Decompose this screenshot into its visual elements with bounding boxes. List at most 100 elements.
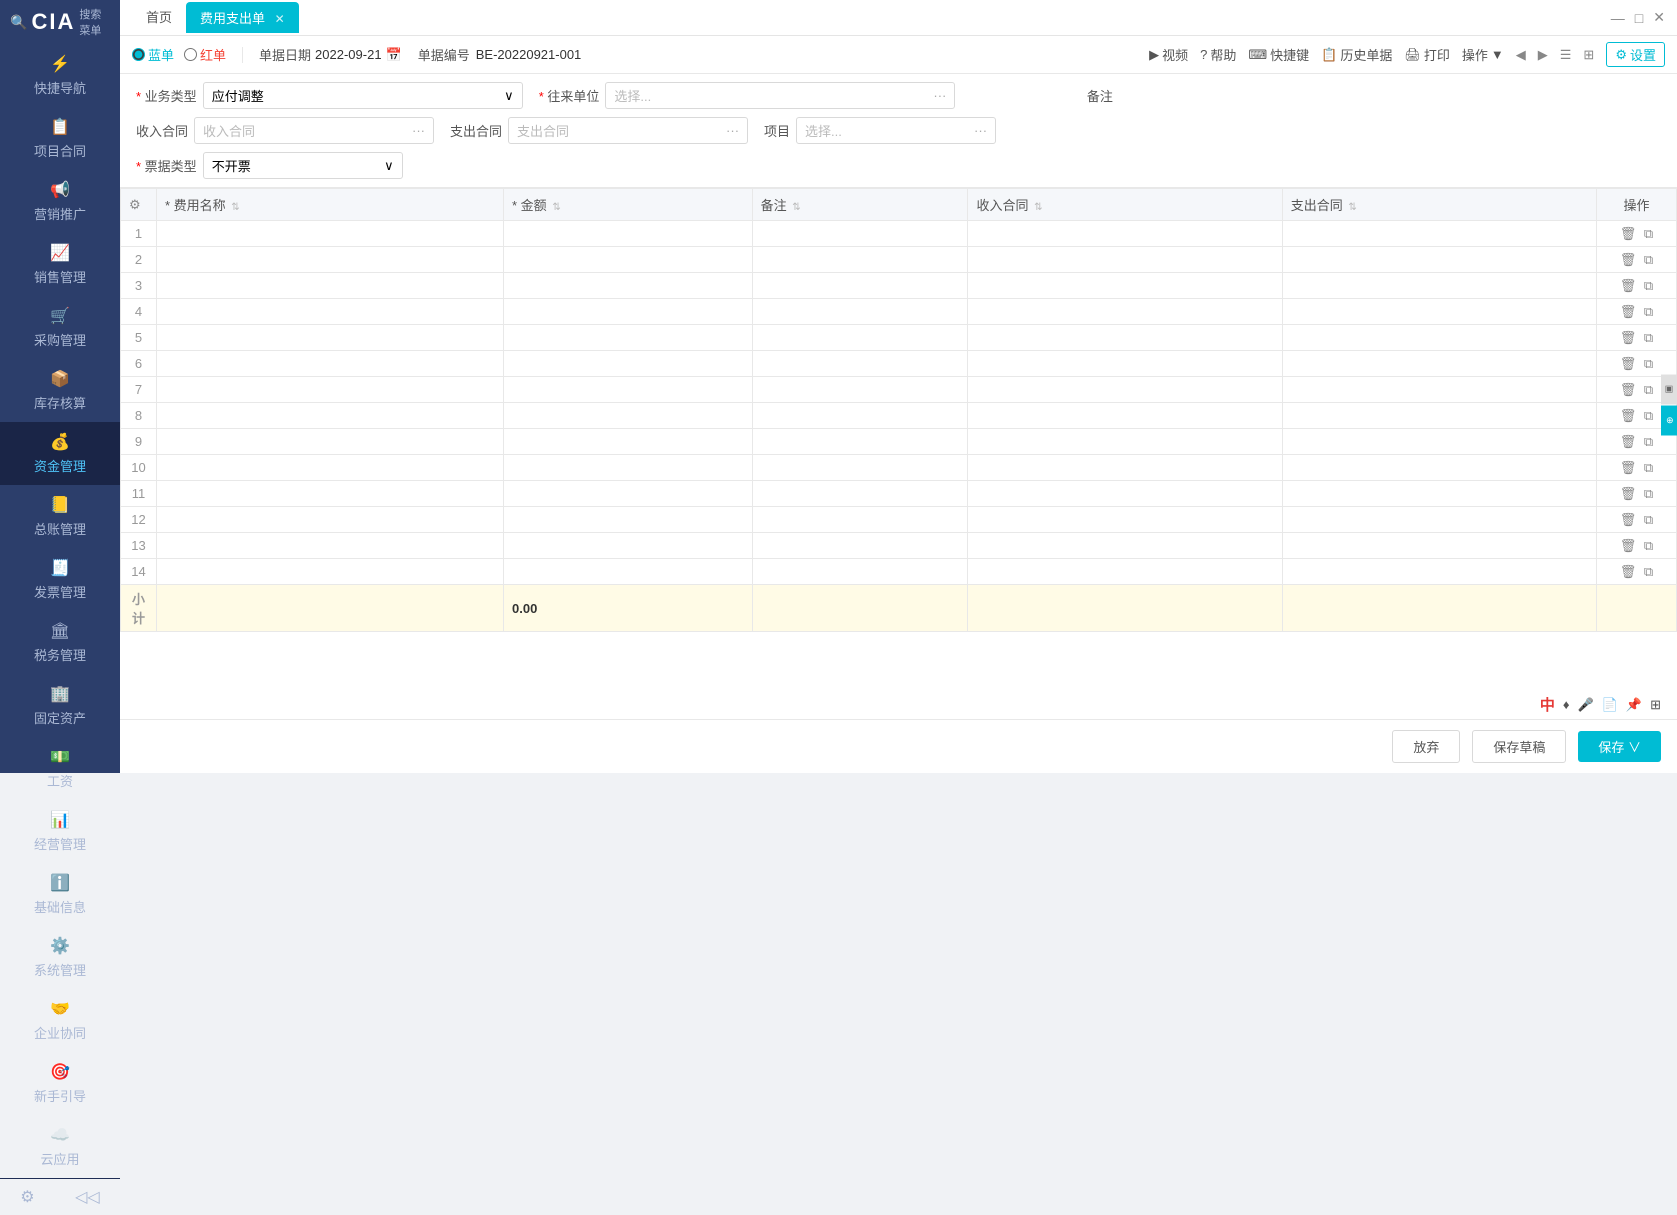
cell-expense-name-2[interactable] [157,247,504,273]
cell-expense-name-12[interactable] [157,507,504,533]
sidebar-item-inventory[interactable]: 📦库存核算 [0,359,120,422]
window-minimize[interactable]: — [1611,10,1625,26]
copy-icon-1[interactable]: ⧉ [1644,226,1653,241]
cell-amount-13[interactable] [504,533,753,559]
nav-prev-icon[interactable]: ◀ [1516,47,1526,63]
cell-income-contract-3[interactable] [968,273,1282,299]
delete-icon-5[interactable]: 🗑 [1620,330,1637,345]
biz-type-select[interactable]: 应付调整 ∨ [203,82,523,109]
cell-amount-3[interactable] [504,273,753,299]
delete-icon-12[interactable]: 🗑 [1620,512,1637,527]
settings-icon[interactable]: ⚙ [20,1187,34,1207]
right-float-btn-1[interactable]: ▣ [1661,374,1677,404]
invoice-type-select[interactable]: 不开票 ∨ [203,152,403,179]
tab-expense[interactable]: 费用支出单 ✕ [186,2,299,33]
cell-remark-14[interactable] [752,559,968,585]
sidebar-item-sales-mgmt[interactable]: 📈销售管理 [0,233,120,296]
cell-amount-11[interactable] [504,481,753,507]
income-contract-select[interactable]: 收入合同 ··· [194,117,434,144]
copy-icon-5[interactable]: ⧉ [1644,330,1653,345]
window-maximize[interactable]: □ [1635,10,1643,26]
cell-amount-1[interactable] [504,221,753,247]
cell-remark-10[interactable] [752,455,968,481]
delete-icon-4[interactable]: 🗑 [1620,304,1637,319]
sidebar-item-fixed-assets[interactable]: 🏢固定资产 [0,674,120,737]
sidebar-item-ops-mgmt[interactable]: 📊经营管理 [0,800,120,863]
search-label[interactable]: 搜索菜单 [79,6,110,38]
cell-expense-name-1[interactable] [157,221,504,247]
cell-expense-contract-13[interactable] [1282,533,1596,559]
cell-income-contract-14[interactable] [968,559,1282,585]
cell-remark-9[interactable] [752,429,968,455]
sidebar-item-marketing[interactable]: 📢营销推广 [0,170,120,233]
sidebar-item-invoice-mgmt[interactable]: 🧾发票管理 [0,548,120,611]
cell-remark-13[interactable] [752,533,968,559]
cell-income-contract-13[interactable] [968,533,1282,559]
delete-icon-11[interactable]: 🗑 [1620,486,1637,501]
partner-select[interactable]: 选择... ··· [605,82,955,109]
red-bill-radio[interactable] [184,48,197,61]
copy-icon-3[interactable]: ⧉ [1644,278,1653,293]
discard-button[interactable]: 放弃 [1392,730,1460,763]
cell-expense-name-11[interactable] [157,481,504,507]
cell-amount-2[interactable] [504,247,753,273]
cell-expense-contract-14[interactable] [1282,559,1596,585]
volume-icon[interactable]: ◁◁ [75,1187,100,1207]
cell-remark-11[interactable] [752,481,968,507]
cell-amount-7[interactable] [504,377,753,403]
cell-expense-contract-1[interactable] [1282,221,1596,247]
sidebar-item-basic-info[interactable]: ℹ️基础信息 [0,863,120,926]
cell-expense-contract-2[interactable] [1282,247,1596,273]
expense-contract-select[interactable]: 支出合同 ··· [508,117,748,144]
sidebar-item-tax-mgmt[interactable]: 🏛税务管理 [0,611,120,674]
cell-expense-contract-10[interactable] [1282,455,1596,481]
cell-expense-name-6[interactable] [157,351,504,377]
operate-btn[interactable]: 操作 ▼ [1462,45,1504,64]
cell-expense-name-13[interactable] [157,533,504,559]
sidebar-item-cloud-apps[interactable]: ☁️云应用 [0,1115,120,1178]
logo-zhong[interactable]: 中 [1540,694,1555,715]
column-settings-icon[interactable]: ⚙ [129,197,141,212]
logo-doc[interactable]: 📄 [1602,697,1618,713]
settings-button[interactable]: ⚙ 设置 [1606,42,1665,67]
cell-expense-name-3[interactable] [157,273,504,299]
cell-remark-12[interactable] [752,507,968,533]
save-draft-button[interactable]: 保存草稿 [1472,730,1566,763]
cell-remark-8[interactable] [752,403,968,429]
cell-amount-9[interactable] [504,429,753,455]
project-more-icon[interactable]: ··· [974,123,987,138]
copy-icon-10[interactable]: ⧉ [1644,460,1653,475]
cell-amount-12[interactable] [504,507,753,533]
blue-bill-radio-label[interactable]: 蓝单 [132,45,174,64]
copy-icon-11[interactable]: ⧉ [1644,486,1653,501]
cell-remark-1[interactable] [752,221,968,247]
expense-more-icon[interactable]: ··· [726,123,739,138]
cell-remark-4[interactable] [752,299,968,325]
cell-income-contract-11[interactable] [968,481,1282,507]
sort-icon-expense-contract[interactable]: ⇅ [1348,202,1356,213]
cell-amount-14[interactable] [504,559,753,585]
cell-expense-name-10[interactable] [157,455,504,481]
sidebar-item-quick-nav[interactable]: ⚡快捷导航 [0,44,120,107]
sidebar-item-new-guide[interactable]: 🎯新手引导 [0,1052,120,1115]
delete-icon-14[interactable]: 🗑 [1620,564,1637,579]
cell-remark-5[interactable] [752,325,968,351]
cell-expense-contract-6[interactable] [1282,351,1596,377]
cell-income-contract-5[interactable] [968,325,1282,351]
delete-icon-6[interactable]: 🗑 [1620,356,1637,371]
sort-icon-expense[interactable]: ⇅ [231,202,239,213]
cell-expense-contract-8[interactable] [1282,403,1596,429]
cell-income-contract-12[interactable] [968,507,1282,533]
more-icon[interactable]: ··· [933,88,946,103]
logo-pin[interactable]: 📌 [1626,697,1642,713]
cell-remark-6[interactable] [752,351,968,377]
copy-icon-2[interactable]: ⧉ [1644,252,1653,267]
tab-close-icon[interactable]: ✕ [275,12,285,26]
cell-expense-contract-4[interactable] [1282,299,1596,325]
cell-income-contract-6[interactable] [968,351,1282,377]
copy-icon-12[interactable]: ⧉ [1644,512,1653,527]
cell-remark-7[interactable] [752,377,968,403]
delete-icon-8[interactable]: 🗑 [1620,408,1637,423]
cell-amount-10[interactable] [504,455,753,481]
delete-icon-7[interactable]: 🗑 [1620,382,1637,397]
